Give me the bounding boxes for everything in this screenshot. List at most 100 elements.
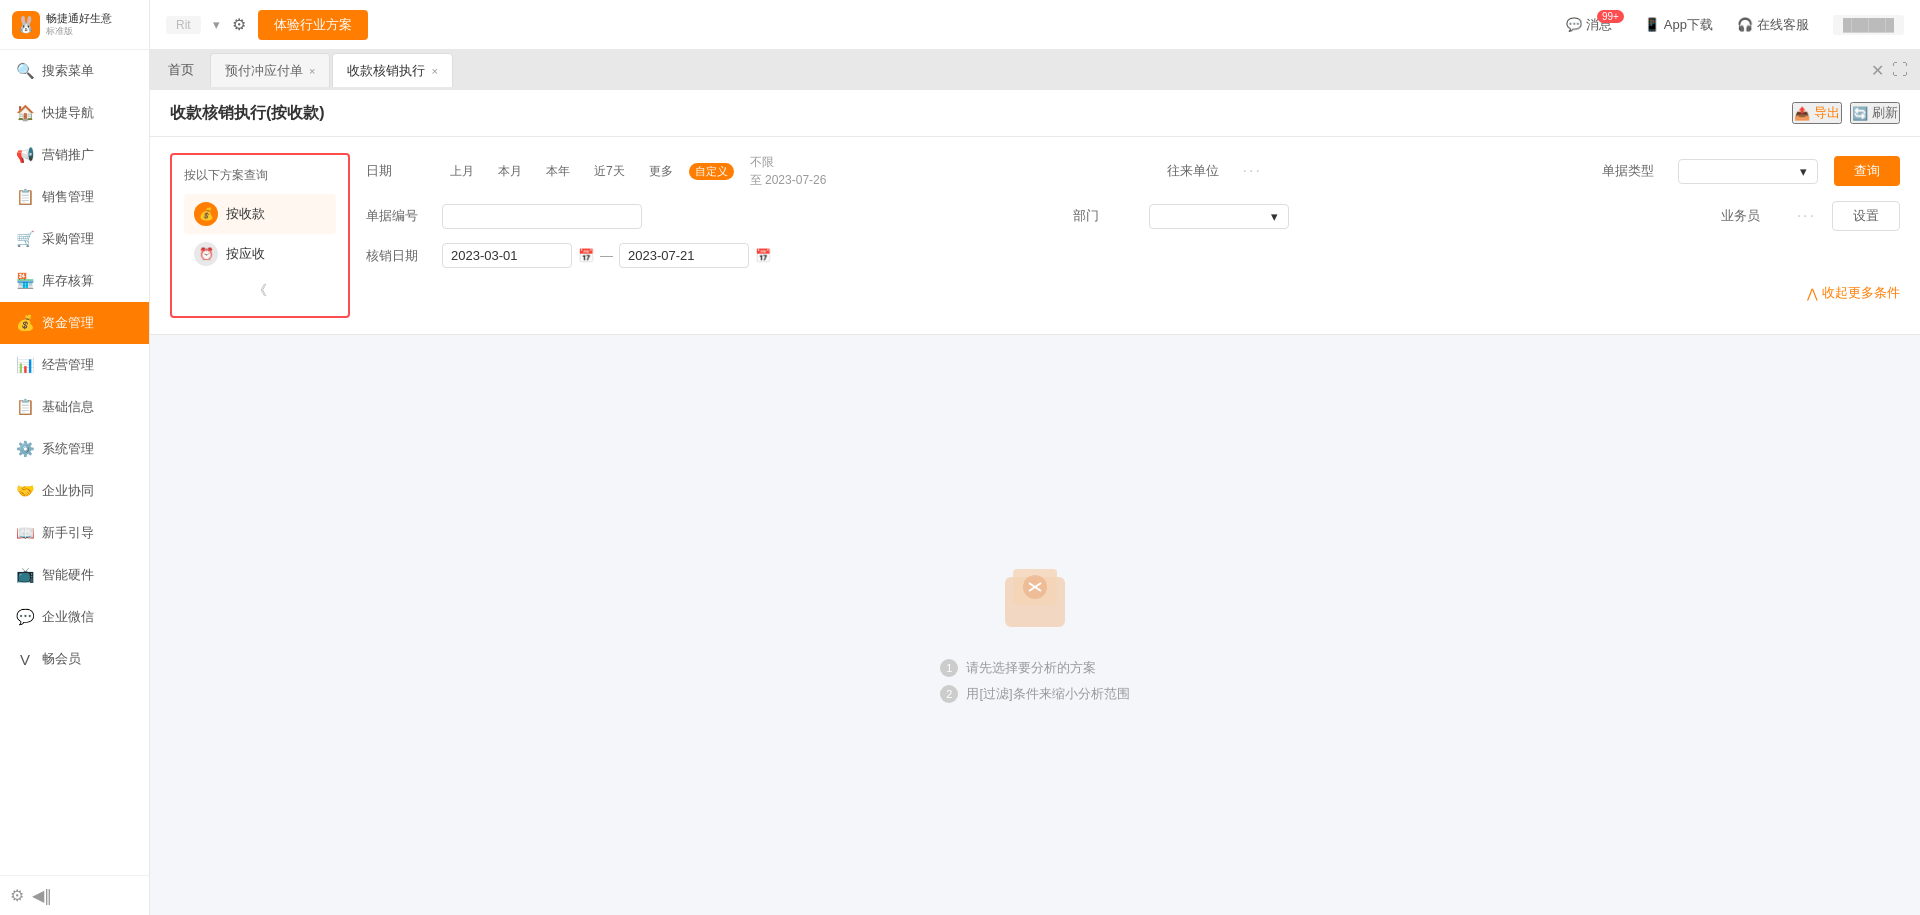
- date-btn-this-year[interactable]: 本年: [538, 160, 578, 183]
- date-to: 至 2023-07-26: [750, 171, 827, 189]
- sidebar-icon-finance: 💰: [16, 314, 34, 332]
- sidebar-item-marketing[interactable]: 📢 营销推广: [0, 134, 149, 176]
- sidebar-label-quick-nav: 快捷导航: [42, 104, 94, 122]
- app-icon: 📱: [1644, 17, 1660, 32]
- sidebar-icon-operation: 📊: [16, 356, 34, 374]
- date-btn-last-month[interactable]: 上月: [442, 160, 482, 183]
- tab-prepay[interactable]: 预付冲应付单 ×: [210, 53, 330, 87]
- receivable-option-label: 按应收: [226, 245, 265, 263]
- verify-date-end-input[interactable]: [619, 243, 749, 268]
- logo-badge: 标准版: [46, 25, 112, 38]
- doc-no-label: 单据编号: [366, 207, 426, 225]
- refresh-label: 刷新: [1872, 104, 1898, 122]
- sidebar-item-operation[interactable]: 📊 经营管理: [0, 344, 149, 386]
- sidebar-item-sales[interactable]: 📋 销售管理: [0, 176, 149, 218]
- verify-date-separator: —: [600, 248, 613, 263]
- sidebar-item-guide[interactable]: 📖 新手引导: [0, 512, 149, 554]
- date-label: 日期: [366, 162, 426, 180]
- filter-row-1: 日期 上月 本月 本年 近7天 更多 自定义 不限 至 2023-07-26: [366, 153, 1900, 189]
- date-unlimited: 不限: [750, 153, 827, 171]
- sidebar: 🐰 畅捷通好生意 标准版 🔍 搜索菜单 🏠 快捷导航 📢 营销推广 📋 销售管理…: [0, 0, 150, 915]
- date-btn-7days[interactable]: 近7天: [586, 160, 633, 183]
- logo-text: 畅捷通好生意: [46, 11, 112, 25]
- close-tab-btn[interactable]: ✕: [1871, 61, 1884, 80]
- settings-icon[interactable]: ⚙: [10, 886, 24, 905]
- sidebar-label-inventory: 库存核算: [42, 272, 94, 290]
- app-download-btn[interactable]: 📱 App下载: [1644, 16, 1713, 34]
- message-btn[interactable]: 💬 消息 99+: [1566, 16, 1612, 34]
- query-btn[interactable]: 查询: [1834, 156, 1900, 186]
- sidebar-icon-guide: 📖: [16, 524, 34, 542]
- sidebar-item-vip[interactable]: V 畅会员: [0, 638, 149, 680]
- service-icon: 🎧: [1737, 17, 1753, 32]
- tip-1-number: 1: [940, 659, 958, 677]
- sidebar-logo: 🐰 畅捷通好生意 标准版: [0, 0, 149, 50]
- sidebar-item-wechat[interactable]: 💬 企业微信: [0, 596, 149, 638]
- sidebar-menu: 🔍 搜索菜单 🏠 快捷导航 📢 营销推广 📋 销售管理 🛒 采购管理 🏪 库存核…: [0, 50, 149, 875]
- main-area: Rit ▾ ⚙ 体验行业方案 💬 消息 99+ 📱 App下载 🎧 在线客服 █…: [150, 0, 1920, 915]
- tab-home-label: 首页: [168, 61, 194, 79]
- sidebar-label-purchase: 采购管理: [42, 230, 94, 248]
- sidebar-icon-quick-nav: 🏠: [16, 104, 34, 122]
- sidebar-icon-purchase: 🛒: [16, 230, 34, 248]
- sidebar-item-finance[interactable]: 💰 资金管理: [0, 302, 149, 344]
- verify-date-start-input[interactable]: [442, 243, 572, 268]
- message-icon: 💬: [1566, 17, 1582, 32]
- more-conditions-label: 收起更多条件: [1822, 284, 1900, 302]
- empty-illustration: [985, 547, 1085, 647]
- sidebar-item-quick-nav[interactable]: 🏠 快捷导航: [0, 92, 149, 134]
- tab-prepay-close[interactable]: ×: [309, 65, 315, 77]
- filter-row-2: 单据编号 部门 ▾ 业务员 ··· 设置: [366, 201, 1900, 231]
- sidebar-icon-inventory: 🏪: [16, 272, 34, 290]
- industry-btn[interactable]: 体验行业方案: [258, 10, 368, 40]
- filter-sidebar-collapse-btn[interactable]: 《: [184, 278, 336, 304]
- filter-option-by-collection[interactable]: 💰 按收款: [184, 194, 336, 234]
- sidebar-item-hardware[interactable]: 📺 智能硬件: [0, 554, 149, 596]
- staff-input-dots[interactable]: ···: [1797, 207, 1816, 225]
- date-btn-more[interactable]: 更多: [641, 160, 681, 183]
- collapse-sidebar-icon[interactable]: ◀‖: [32, 886, 52, 905]
- page-title: 收款核销执行(按收款): [170, 103, 325, 124]
- doc-no-input[interactable]: [442, 204, 642, 229]
- topbar-gear-icon[interactable]: ⚙: [232, 15, 246, 34]
- setting-btn[interactable]: 设置: [1832, 201, 1900, 231]
- partner-label: 往来单位: [1167, 162, 1227, 180]
- empty-tip-1: 1 请先选择要分析的方案: [940, 659, 1129, 677]
- app-label: App下载: [1664, 16, 1713, 34]
- filter-row-3: 核销日期 📅 — 📅: [366, 243, 1900, 268]
- sidebar-item-basic[interactable]: 📋 基础信息: [0, 386, 149, 428]
- tip-2-number: 2: [940, 685, 958, 703]
- refresh-btn[interactable]: 🔄 刷新: [1850, 102, 1900, 124]
- sidebar-item-enterprise[interactable]: 🤝 企业协同: [0, 470, 149, 512]
- dept-select[interactable]: ▾: [1149, 204, 1289, 229]
- refresh-icon: 🔄: [1852, 106, 1868, 121]
- sidebar-icon-wechat: 💬: [16, 608, 34, 626]
- sidebar-label-marketing: 营销推广: [42, 146, 94, 164]
- logo-text-block: 畅捷通好生意 标准版: [46, 11, 112, 38]
- tab-collection-close[interactable]: ×: [431, 65, 437, 77]
- sidebar-item-purchase[interactable]: 🛒 采购管理: [0, 218, 149, 260]
- topbar-dropdown-arrow[interactable]: ▾: [213, 17, 220, 32]
- tab-collection-label: 收款核销执行: [347, 62, 425, 80]
- dept-arrow: ▾: [1271, 209, 1278, 224]
- tab-home[interactable]: 首页: [154, 53, 208, 87]
- more-conditions-btn[interactable]: ⋀ 收起更多条件: [366, 280, 1900, 306]
- filter-sidebar-title: 按以下方案查询: [184, 167, 336, 184]
- tab-collection[interactable]: 收款核销执行 ×: [332, 53, 452, 87]
- verify-date-end-calendar-icon[interactable]: 📅: [755, 248, 771, 263]
- fullscreen-tab-btn[interactable]: ⛶: [1892, 61, 1908, 79]
- partner-input-dots[interactable]: ···: [1243, 162, 1262, 180]
- bill-type-select[interactable]: ▾: [1678, 159, 1818, 184]
- brand-placeholder: Rit: [166, 16, 201, 34]
- sidebar-item-search[interactable]: 🔍 搜索菜单: [0, 50, 149, 92]
- sidebar-item-inventory[interactable]: 🏪 库存核算: [0, 260, 149, 302]
- verify-date-start-calendar-icon[interactable]: 📅: [578, 248, 594, 263]
- export-btn[interactable]: 📤 导出: [1792, 102, 1842, 124]
- sidebar-label-finance: 资金管理: [42, 314, 94, 332]
- user-info[interactable]: ██████: [1833, 15, 1904, 35]
- page-content: 收款核销执行(按收款) 📤 导出 🔄 刷新 按以下方案查询 💰 按收款: [150, 90, 1920, 915]
- date-btn-this-month[interactable]: 本月: [490, 160, 530, 183]
- online-service-btn[interactable]: 🎧 在线客服: [1737, 16, 1809, 34]
- filter-option-by-receivable[interactable]: ⏰ 按应收: [184, 234, 336, 274]
- sidebar-item-system[interactable]: ⚙️ 系统管理: [0, 428, 149, 470]
